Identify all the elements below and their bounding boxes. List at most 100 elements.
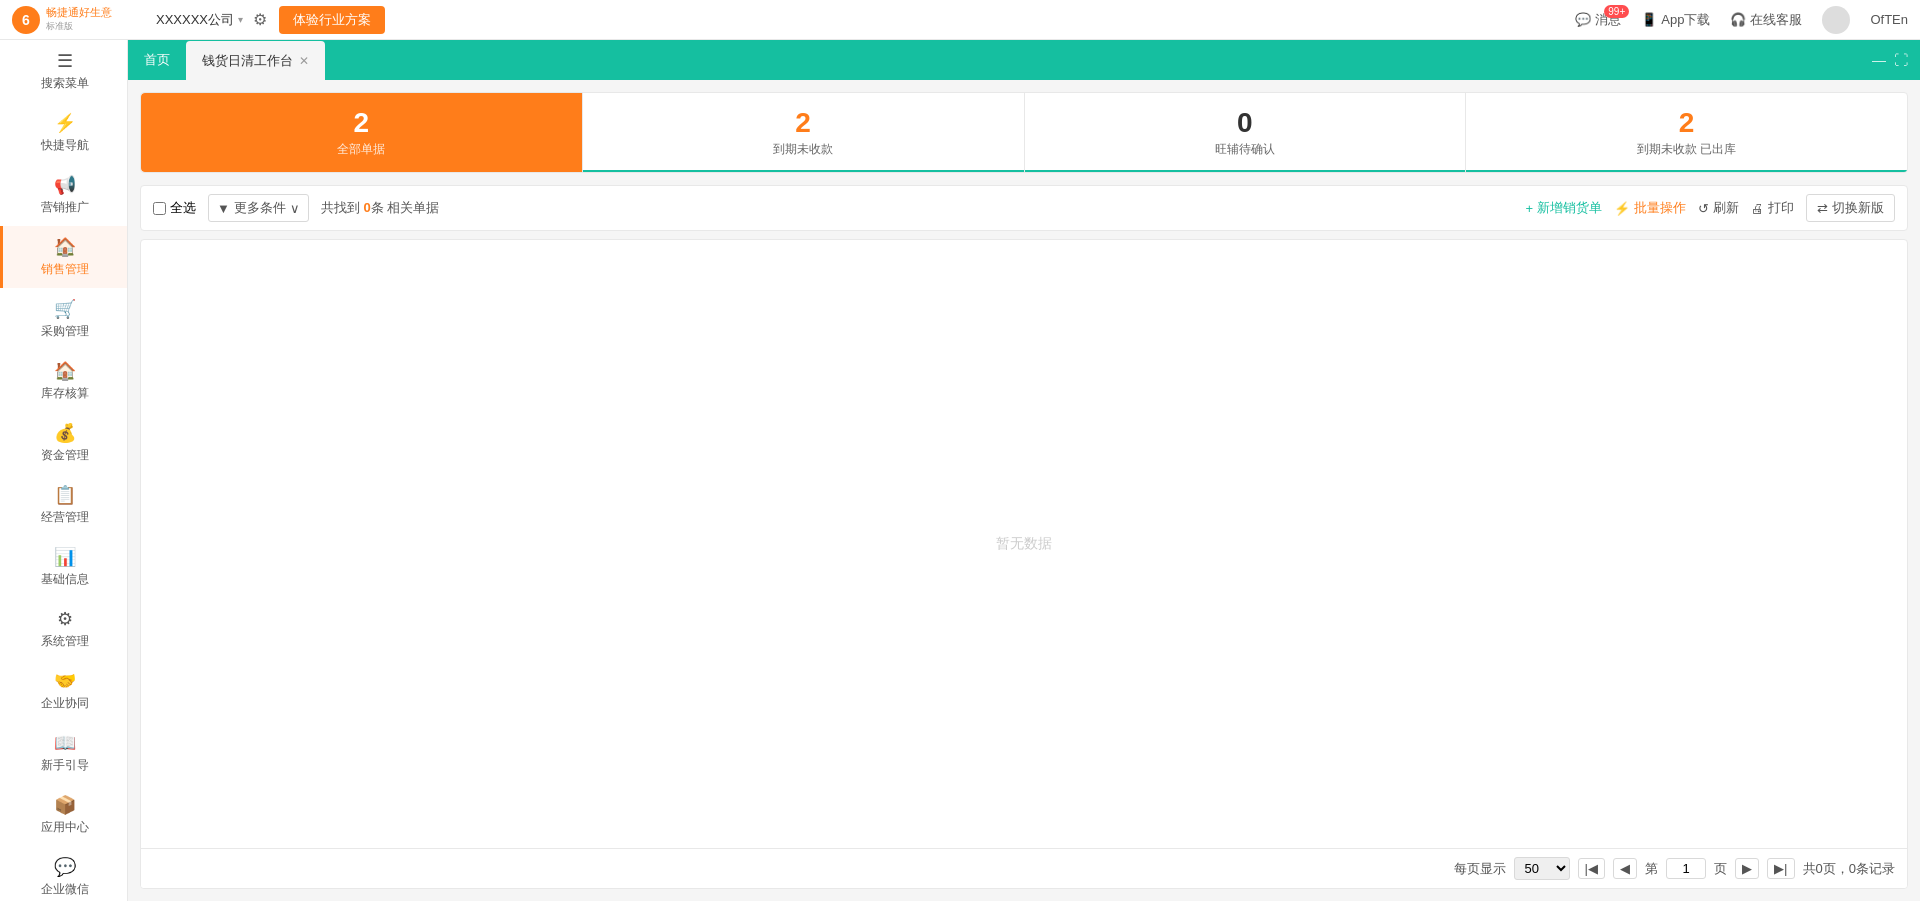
message-badge: 99+	[1604, 5, 1629, 18]
sidebar-item-sales[interactable]: 🏠 销售管理	[0, 226, 127, 288]
print-btn[interactable]: 🖨 打印	[1751, 199, 1794, 217]
experience-btn[interactable]: 体验行业方案	[279, 6, 385, 34]
sidebar-item-operation[interactable]: 📋 经营管理	[0, 474, 127, 536]
message-icon: 💬	[1575, 12, 1591, 27]
switch-version-btn[interactable]: ⇄ 切换新版	[1806, 194, 1895, 222]
headset-icon: 🎧	[1730, 12, 1746, 27]
switch-label: 切换新版	[1832, 199, 1884, 217]
logo-icon: 6	[12, 6, 40, 34]
company-selector[interactable]: XXXXXX公司 ▾	[156, 11, 243, 29]
filter-icon: ▼	[217, 201, 230, 216]
last-page-btn[interactable]: ▶|	[1767, 858, 1794, 879]
quick-nav-icon: ⚡	[54, 112, 76, 134]
toolbar-right: + 新增销货单 ⚡ 批量操作 ↺ 刷新 🖨 打印	[1525, 194, 1895, 222]
app-center-icon: 📦	[54, 794, 76, 816]
sidebar-item-enterprise-wx[interactable]: 💬 企业微信	[0, 846, 127, 901]
sidebar-item-inventory[interactable]: 🏠 库存核算	[0, 350, 127, 412]
current-page-input[interactable]	[1666, 858, 1706, 879]
summary-card-overdue-shipped[interactable]: 2 到期未收款 已出库	[1466, 93, 1907, 172]
sidebar-label: 系统管理	[41, 633, 89, 650]
sidebar-label: 企业协同	[41, 695, 89, 712]
online-service-btn[interactable]: 🎧 在线客服	[1730, 11, 1802, 29]
tab-expand-icon[interactable]: ⛶	[1894, 52, 1908, 68]
batch-icon: ⚡	[1614, 201, 1630, 216]
next-page-btn[interactable]: ▶	[1735, 858, 1759, 879]
sidebar-item-search-menu[interactable]: ☰ 搜索菜单	[0, 40, 127, 102]
refresh-btn[interactable]: ↺ 刷新	[1698, 199, 1739, 217]
total-info: 共0页，0条记录	[1803, 860, 1895, 878]
tab-work-desk-label: 钱货日清工作台	[202, 52, 293, 70]
logo-area: 6 畅捷通好生意 标准版	[12, 6, 140, 34]
sidebar-item-marketing[interactable]: 📢 营销推广	[0, 164, 127, 226]
tab-bar: 首页 钱货日清工作台 ✕ — ⛶	[128, 40, 1920, 80]
top-right: 💬 消息 99+ 📱 App下载 🎧 在线客服 OfTEn	[1575, 6, 1908, 34]
first-page-btn[interactable]: |◀	[1578, 858, 1605, 879]
basic-info-icon: 📊	[54, 546, 76, 568]
page-content: 2 全部单据 2 到期未收款 0 旺辅待确认 2 到期未收款 已出库	[128, 80, 1920, 901]
all-count: 2	[354, 107, 370, 139]
sidebar-item-basic-info[interactable]: 📊 基础信息	[0, 536, 127, 598]
prev-page-btn[interactable]: ◀	[1613, 858, 1637, 879]
batch-ops-btn[interactable]: ⚡ 批量操作	[1614, 199, 1686, 217]
tab-minimize-icon[interactable]: —	[1872, 52, 1886, 68]
page-label2: 页	[1714, 860, 1727, 878]
tab-home[interactable]: 首页	[128, 40, 186, 80]
logo-badge: 标准版	[46, 20, 112, 33]
add-sales-btn[interactable]: + 新增销货单	[1525, 199, 1602, 217]
chevron-down-icon: ▾	[238, 14, 243, 25]
settings-icon[interactable]: ⚙	[253, 10, 267, 29]
overdue-shipped-count: 2	[1679, 107, 1695, 139]
select-all-input[interactable]	[153, 202, 166, 215]
page-label: 第	[1645, 860, 1658, 878]
user-avatar[interactable]	[1822, 6, 1850, 34]
sidebar-label: 应用中心	[41, 819, 89, 836]
print-label: 打印	[1768, 199, 1794, 217]
content-area: 首页 钱货日清工作台 ✕ — ⛶ 2 全部单据 2	[128, 40, 1920, 901]
found-count: 0	[364, 200, 371, 215]
sidebar-item-app-center[interactable]: 📦 应用中心	[0, 784, 127, 846]
enterprise-coop-icon: 🤝	[54, 670, 76, 692]
sidebar-item-finance[interactable]: 💰 资金管理	[0, 412, 127, 474]
company-name: XXXXXX公司	[156, 11, 234, 29]
sidebar-item-beginner[interactable]: 📖 新手引导	[0, 722, 127, 784]
message-area[interactable]: 💬 消息 99+	[1575, 11, 1621, 29]
logo-text: 畅捷通好生意	[46, 6, 112, 19]
filter-btn[interactable]: ▼ 更多条件 ∨	[208, 194, 309, 222]
purchase-icon: 🛒	[54, 298, 76, 320]
sidebar-item-quick-nav[interactable]: ⚡ 快捷导航	[0, 102, 127, 164]
sidebar-label: 营销推广	[41, 199, 89, 216]
system-icon: ⚙	[57, 608, 73, 630]
summary-card-wangwang[interactable]: 0 旺辅待确认	[1025, 93, 1467, 172]
sidebar-item-purchase[interactable]: 🛒 采购管理	[0, 288, 127, 350]
tab-work-desk[interactable]: 钱货日清工作台 ✕	[186, 41, 325, 81]
select-all-checkbox[interactable]: 全选	[153, 199, 196, 217]
summary-cards: 2 全部单据 2 到期未收款 0 旺辅待确认 2 到期未收款 已出库	[140, 92, 1908, 173]
sidebar-label: 经营管理	[41, 509, 89, 526]
sidebar-item-enterprise-coop[interactable]: 🤝 企业协同	[0, 660, 127, 722]
sales-icon: 🏠	[54, 236, 76, 258]
found-text: 共找到 0条 条相关单据相关单据	[321, 199, 439, 217]
sidebar-label: 采购管理	[41, 323, 89, 340]
user-name[interactable]: OfTEn	[1870, 12, 1908, 27]
sidebar: ☰ 搜索菜单 ⚡ 快捷导航 📢 营销推广 🏠 销售管理 🛒 采购管理 🏠 库存核…	[0, 40, 128, 901]
sidebar-label: 库存核算	[41, 385, 89, 402]
beginner-icon: 📖	[54, 732, 76, 754]
sidebar-label: 资金管理	[41, 447, 89, 464]
print-icon: 🖨	[1751, 201, 1764, 216]
search-menu-icon: ☰	[57, 50, 73, 72]
top-bar: 6 畅捷通好生意 标准版 XXXXXX公司 ▾ ⚙ 体验行业方案 💬 消息 99…	[0, 0, 1920, 40]
table-area: 暂无数据 每页显示 50 100 200 |◀ ◀ 第 页 ▶ ▶|	[140, 239, 1908, 889]
refresh-icon: ↺	[1698, 201, 1709, 216]
tab-close-icon[interactable]: ✕	[299, 54, 309, 68]
logo-text-area: 畅捷通好生意 标准版	[46, 6, 112, 32]
per-page-select[interactable]: 50 100 200	[1514, 857, 1570, 880]
overdue-shipped-label: 到期未收款 已出库	[1637, 141, 1736, 158]
sidebar-item-system[interactable]: ⚙ 系统管理	[0, 598, 127, 660]
filter-label: 更多条件	[234, 199, 286, 217]
toolbar: 全选 ▼ 更多条件 ∨ 共找到 0条 条相关单据相关单据 + 新增销货单	[140, 185, 1908, 231]
summary-card-all[interactable]: 2 全部单据	[141, 93, 583, 172]
marketing-icon: 📢	[54, 174, 76, 196]
summary-card-overdue[interactable]: 2 到期未收款	[583, 93, 1025, 172]
tab-home-label: 首页	[144, 51, 170, 69]
app-download-btn[interactable]: 📱 App下载	[1641, 11, 1710, 29]
